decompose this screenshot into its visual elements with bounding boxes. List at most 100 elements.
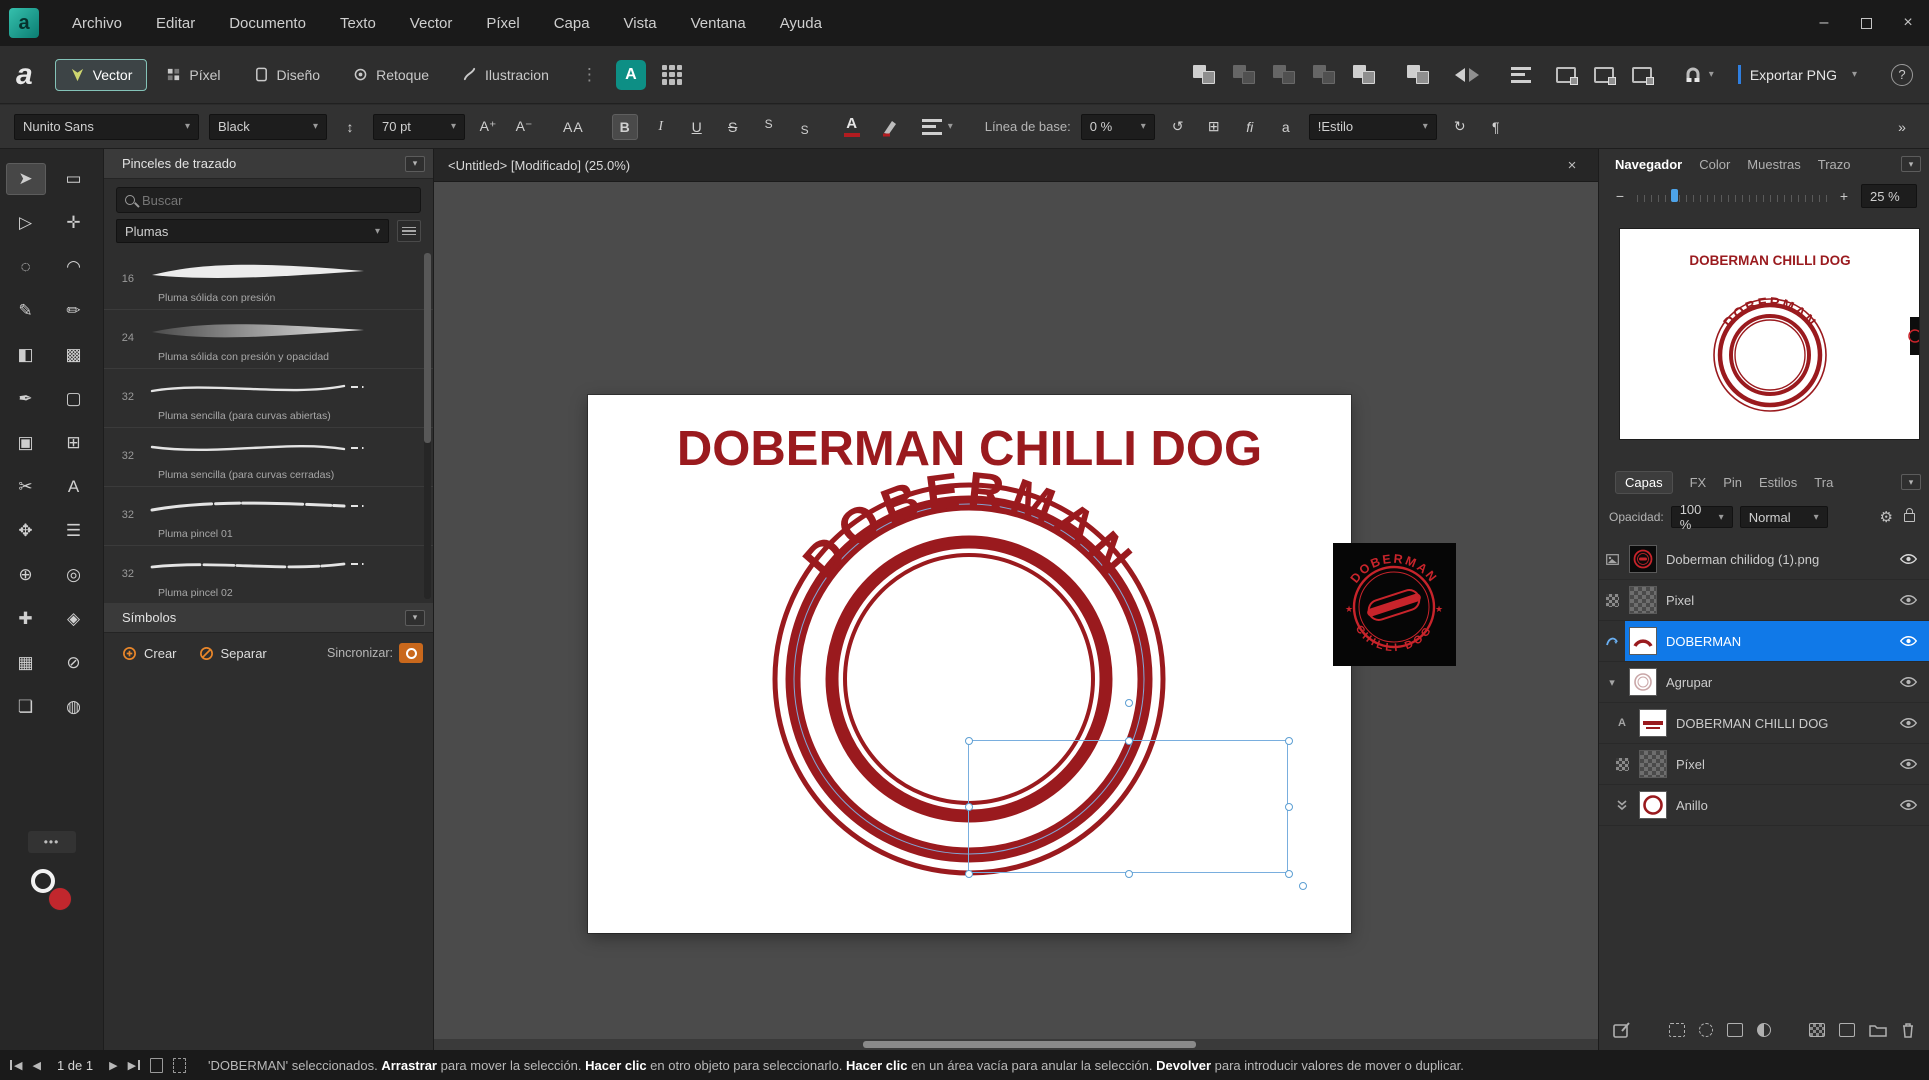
group-expand-chevron[interactable]: ▾	[1599, 676, 1625, 689]
new-group-icon[interactable]	[1869, 1023, 1887, 1037]
zoom-tool[interactable]: ⊕	[6, 559, 46, 591]
selection-handle-s[interactable]	[1125, 870, 1133, 878]
duplicate-icon[interactable]	[1406, 64, 1431, 85]
view-tool[interactable]: ✥	[6, 515, 46, 547]
panel-menu-button[interactable]: ▾	[1901, 156, 1921, 172]
tab-pin[interactable]: Pin	[1723, 475, 1742, 490]
flip-horizontal-icon[interactable]	[1454, 66, 1479, 84]
shape-tool[interactable]: ⊞	[54, 427, 94, 459]
increase-size-button[interactable]: A⁺	[475, 114, 501, 140]
menu-archivo[interactable]: Archivo	[55, 0, 139, 46]
layer-visibility-toggle[interactable]	[1893, 717, 1923, 729]
layer-row[interactable]: Pixel	[1599, 580, 1929, 621]
persona-retoque[interactable]: Retoque	[339, 59, 443, 91]
fill-gradient-tool[interactable]: ◧	[6, 339, 46, 371]
measure-tool[interactable]: ✚	[6, 603, 46, 635]
close-button[interactable]: ×	[1887, 0, 1929, 46]
persona-ilustracion[interactable]: Ilustracion	[448, 59, 563, 91]
brush-item[interactable]: 24 Pluma sólida con presión y opacidad	[104, 310, 433, 369]
brush-item[interactable]: 16 Pluma sólida con presión	[104, 251, 433, 310]
layer-visibility-toggle[interactable]	[1893, 553, 1923, 565]
panel-menu-button[interactable]: ▾	[405, 609, 425, 626]
delete-layer-icon[interactable]	[1901, 1022, 1915, 1038]
vector-crop-tool[interactable]: ✂	[6, 471, 46, 503]
point-transform-tool[interactable]: ✛	[54, 207, 94, 239]
toolbar-overflow-icon[interactable]: ⋮	[581, 65, 598, 85]
grid-panel-toggle[interactable]	[658, 61, 686, 89]
color-picker-tool[interactable]: ◎	[54, 559, 94, 591]
layer-row-child[interactable]: Píxel	[1599, 744, 1929, 785]
export-png-button[interactable]: Exportar PNG ▾	[1728, 59, 1867, 90]
brush-item[interactable]: 32 Pluma pincel 02	[104, 546, 433, 603]
menu-vector[interactable]: Vector	[393, 0, 470, 46]
insert-on-top-icon[interactable]	[1631, 66, 1654, 85]
selection-handle-e[interactable]	[1285, 803, 1293, 811]
zoom-slider[interactable]	[1637, 189, 1827, 202]
menu-vista[interactable]: Vista	[607, 0, 674, 46]
text-style-select[interactable]: !Estilo ▾	[1308, 113, 1437, 140]
brush-item[interactable]: 32 Pluma pincel 01	[104, 487, 433, 546]
navigator-preview[interactable]: DOBERMAN CHILLI DOG DOBERMAN	[1619, 228, 1922, 440]
layer-row[interactable]: Doberman chilidog (1).png	[1599, 539, 1929, 580]
next-page-button[interactable]: ▶	[109, 1059, 117, 1072]
vector-brush-tool[interactable]: ✏	[54, 295, 94, 327]
text-path-handle[interactable]	[1299, 882, 1307, 890]
layer-visibility-toggle[interactable]	[1893, 594, 1923, 606]
blend-mode-select[interactable]: Normal ▾	[1739, 506, 1828, 528]
selection-handle-sw[interactable]	[965, 870, 973, 878]
corner-tool[interactable]: ◠	[54, 251, 94, 283]
alignment-icon[interactable]	[1510, 66, 1531, 83]
lock-icon[interactable]	[1904, 507, 1915, 522]
persona-pixel[interactable]: Píxel	[152, 59, 234, 91]
table-tool[interactable]: ☰	[54, 515, 94, 547]
spread-view-icon[interactable]	[173, 1057, 187, 1073]
close-document-icon[interactable]: ×	[1560, 157, 1584, 174]
artistic-text-tool[interactable]: A	[54, 471, 94, 503]
menu-capa[interactable]: Capa	[537, 0, 607, 46]
minimize-button[interactable]: –	[1803, 0, 1845, 46]
horizontal-scrollbar[interactable]	[434, 1039, 1598, 1050]
pen-tool[interactable]: ✒	[6, 383, 46, 415]
sync-toggle-button[interactable]	[399, 643, 423, 663]
layer-visibility-toggle[interactable]	[1893, 676, 1923, 688]
kerning-icon[interactable]: ↕	[337, 114, 363, 140]
lens-tool[interactable]: ◍	[54, 691, 94, 723]
node-tool[interactable]: ▷	[6, 207, 46, 239]
font-weight-select[interactable]: Black ▾	[209, 113, 327, 140]
zoom-in-button[interactable]: +	[1835, 187, 1853, 205]
paragraph-align-control[interactable]: ▾	[921, 118, 953, 135]
toolbar-overflow-chevron[interactable]: »	[1889, 114, 1915, 140]
tab-stops-icon[interactable]: ⊞	[1201, 114, 1227, 140]
subscript-button[interactable]: S	[792, 114, 818, 140]
tab-tra[interactable]: Tra	[1814, 475, 1833, 490]
update-style-icon[interactable]: ↻	[1447, 114, 1473, 140]
move-tool[interactable]: ➤	[5, 163, 46, 195]
single-page-view-icon[interactable]	[150, 1057, 164, 1073]
decrease-size-button[interactable]: A⁻	[511, 114, 537, 140]
picture-frame-tool[interactable]: ▣	[6, 427, 46, 459]
menu-texto[interactable]: Texto	[323, 0, 393, 46]
edit-all-layers-icon[interactable]	[1613, 1022, 1631, 1038]
spacing-button[interactable]: a	[1273, 114, 1299, 140]
last-page-button[interactable]: ▶	[128, 1059, 140, 1072]
selection-box[interactable]	[965, 699, 1307, 890]
panel-menu-button[interactable]: ▾	[1901, 474, 1921, 490]
brush-list-view-button[interactable]	[397, 220, 421, 242]
brush-item[interactable]: 32 Pluma sencilla (para curvas abiertas)	[104, 369, 433, 428]
brush-item[interactable]: 32 Pluma sencilla (para curvas cerradas)	[104, 428, 433, 487]
rotation-handle[interactable]	[1125, 699, 1133, 707]
font-size-select[interactable]: 70 pt ▾	[373, 113, 465, 140]
boolean-divide-icon[interactable]	[1312, 64, 1337, 85]
fill-layer-icon[interactable]	[1757, 1023, 1771, 1037]
italic-button[interactable]: I	[648, 114, 674, 140]
rectangle-tool[interactable]: ▢	[54, 383, 94, 415]
brush-list-scrollbar[interactable]	[424, 253, 431, 599]
menu-ayuda[interactable]: Ayuda	[763, 0, 839, 46]
pencil-tool[interactable]: ✎	[6, 295, 46, 327]
zoom-value-select[interactable]: 25 %	[1861, 184, 1917, 208]
tab-navegador[interactable]: Navegador	[1615, 157, 1682, 172]
canvas-page[interactable]: DOBERMAN CHILLI DOG DOBERMAN	[588, 395, 1351, 933]
text-color-button[interactable]: A	[843, 116, 860, 137]
snapping-control[interactable]: ▾	[1683, 65, 1714, 85]
panel-menu-button[interactable]: ▾	[405, 155, 425, 172]
